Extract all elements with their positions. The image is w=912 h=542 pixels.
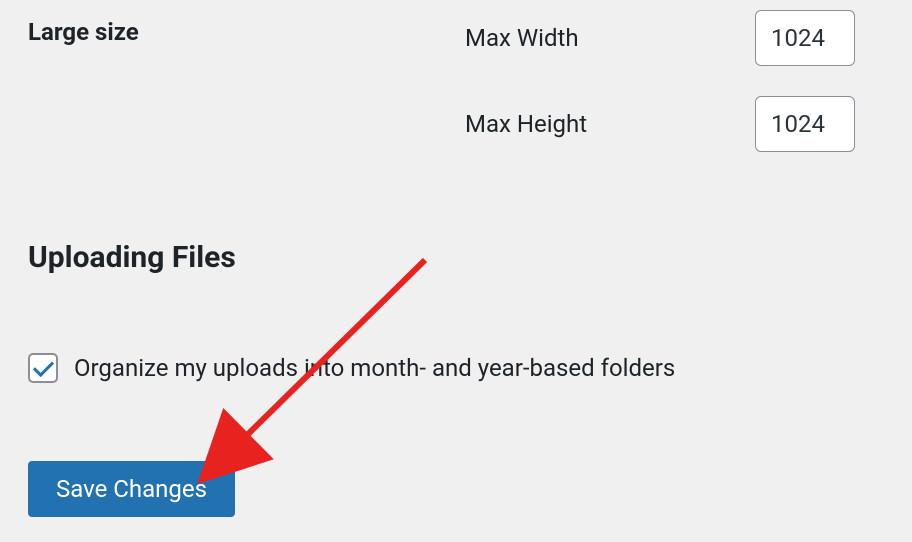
- save-changes-button[interactable]: Save Changes: [28, 461, 235, 517]
- organize-uploads-row: Organize my uploads into month- and year…: [0, 353, 912, 383]
- max-width-group: Max Width: [465, 10, 855, 66]
- large-size-fields: Max Width Max Height: [465, 10, 855, 152]
- organize-uploads-checkbox[interactable]: [28, 353, 58, 383]
- max-width-label: Max Width: [465, 24, 705, 52]
- large-size-row: Large size Max Width Max Height: [0, 0, 912, 162]
- max-height-label: Max Height: [465, 110, 705, 138]
- max-height-input[interactable]: [755, 96, 855, 152]
- settings-table: Large size Max Width Max Height: [0, 0, 912, 162]
- max-width-input[interactable]: [755, 10, 855, 66]
- max-height-group: Max Height: [465, 96, 855, 152]
- uploading-files-heading: Uploading Files: [0, 240, 912, 275]
- large-size-label: Large size: [0, 10, 465, 46]
- organize-uploads-label: Organize my uploads into month- and year…: [74, 354, 675, 382]
